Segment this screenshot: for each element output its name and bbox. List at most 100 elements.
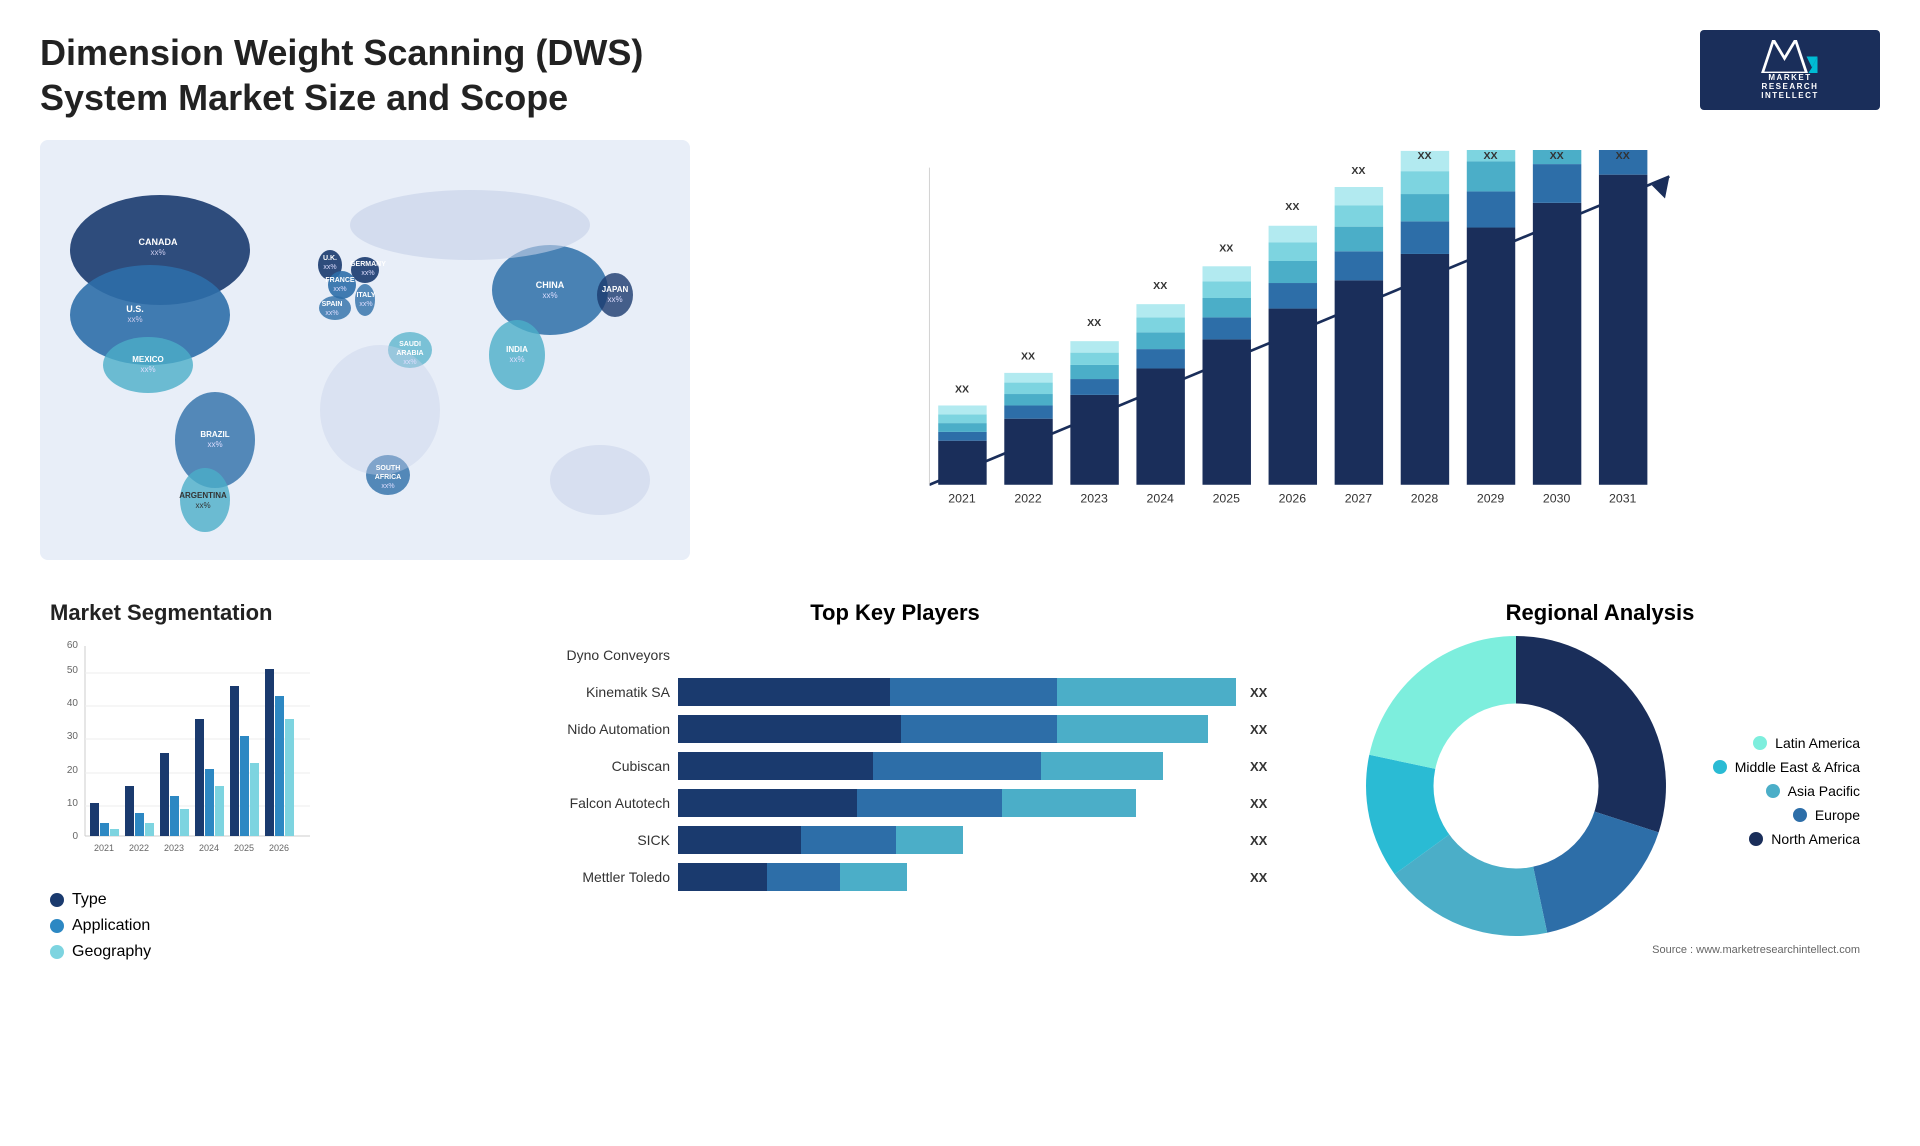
svg-text:xx%: xx%: [361, 270, 374, 277]
player-bar-nido: [678, 715, 1236, 743]
legend-dot-apac: [1766, 784, 1780, 798]
svg-text:XX: XX: [1285, 201, 1299, 213]
legend-dot-latin: [1753, 736, 1767, 750]
bar-seg2-sick: [801, 826, 896, 854]
bar-seg2-falcon: [857, 789, 1002, 817]
svg-text:XX: XX: [1087, 317, 1101, 329]
bar-seg2-nido: [901, 715, 1057, 743]
svg-text:xx%: xx%: [323, 264, 336, 271]
legend-item-geography: Geography: [50, 943, 460, 961]
segmentation-section: Market Segmentation 0 10 20 30 40 50 60: [40, 590, 470, 971]
legend-label-application: Application: [72, 917, 150, 935]
svg-text:XX: XX: [1021, 351, 1035, 363]
svg-text:2025: 2025: [234, 843, 254, 853]
players-section: Top Key Players Dyno Conveyors Kinematik…: [490, 590, 1300, 971]
svg-text:2031: 2031: [1609, 491, 1637, 505]
svg-text:XX: XX: [1417, 150, 1431, 162]
bar-seg1-falcon: [678, 789, 857, 817]
content-grid: CANADA xx% U.S. xx% MEXICO xx% BRAZIL xx…: [40, 140, 1880, 971]
bar-seg1-kinematik: [678, 678, 890, 706]
player-bar-falcon: [678, 789, 1236, 817]
player-row-sick: SICK XX: [510, 826, 1280, 854]
legend-item-application: Application: [50, 917, 460, 935]
svg-text:XX: XX: [1351, 165, 1365, 177]
svg-text:ARGENTINA: ARGENTINA: [179, 491, 227, 500]
legend-label-geography: Geography: [72, 943, 151, 961]
player-name-kinematik: Kinematik SA: [510, 684, 670, 700]
svg-text:SAUDI: SAUDI: [399, 341, 421, 348]
svg-text:2030: 2030: [1543, 491, 1571, 505]
legend-dot-geography: [50, 945, 64, 959]
legend-item-latin: Latin America: [1753, 735, 1860, 751]
svg-text:2029: 2029: [1477, 491, 1505, 505]
bottom-grid: Market Segmentation 0 10 20 30 40 50 60: [40, 590, 1880, 971]
svg-text:xx%: xx%: [542, 291, 557, 300]
logo: MARKET RESEARCH INTELLECT: [1700, 30, 1880, 110]
svg-text:U.K.: U.K.: [323, 255, 337, 262]
svg-text:xx%: xx%: [607, 295, 622, 304]
svg-text:XX: XX: [1616, 150, 1630, 162]
legend-item-type: Type: [50, 891, 460, 909]
svg-text:50: 50: [67, 665, 79, 676]
bar-seg2-mettler: [767, 863, 840, 891]
svg-text:xx%: xx%: [207, 440, 222, 449]
legend-dot-northam: [1749, 832, 1763, 846]
bar-seg1-nido: [678, 715, 901, 743]
bar-seg2-cubiscan: [873, 752, 1040, 780]
player-val-mettler: XX: [1250, 870, 1280, 885]
player-bar-kinematik: [678, 678, 1236, 706]
source-text: Source : www.marketresearchintellect.com: [1340, 944, 1860, 956]
svg-text:2026: 2026: [1279, 491, 1307, 505]
bar-seg1-mettler: [678, 863, 767, 891]
legend-item-europe: Europe: [1793, 807, 1860, 823]
bar-seg3-nido: [1057, 715, 1208, 743]
svg-text:AFRICA: AFRICA: [375, 474, 401, 481]
svg-text:2021: 2021: [948, 491, 976, 505]
svg-text:ITALY: ITALY: [356, 292, 375, 299]
legend-label-latin: Latin America: [1775, 735, 1860, 751]
svg-text:2023: 2023: [1080, 491, 1108, 505]
player-row-dyno: Dyno Conveyors: [510, 641, 1280, 669]
legend-label-europe: Europe: [1815, 807, 1860, 823]
player-bar-sick: [678, 826, 1236, 854]
svg-text:2027: 2027: [1345, 491, 1373, 505]
player-bar-cubiscan: [678, 752, 1236, 780]
svg-text:40: 40: [67, 698, 79, 709]
svg-text:xx%: xx%: [509, 355, 524, 364]
page-title: Dimension Weight Scanning (DWS) System M…: [40, 30, 740, 120]
legend-label-apac: Asia Pacific: [1788, 783, 1860, 799]
svg-text:XX: XX: [955, 383, 969, 395]
legend-item-apac: Asia Pacific: [1766, 783, 1860, 799]
bar-seg3-falcon: [1002, 789, 1136, 817]
legend-label-mea: Middle East & Africa: [1735, 759, 1860, 775]
svg-text:XX: XX: [1219, 242, 1233, 254]
svg-text:2021: 2021: [94, 843, 114, 853]
donut-chart: [1366, 636, 1666, 936]
bar-seg1-cubiscan: [678, 752, 873, 780]
bar-seg3-sick: [896, 826, 963, 854]
svg-text:xx%: xx%: [127, 315, 142, 324]
logo-text-1: MARKET: [1761, 73, 1819, 82]
legend-item-mea: Middle East & Africa: [1713, 759, 1860, 775]
svg-text:CANADA: CANADA: [139, 237, 178, 247]
logo-text-2: RESEARCH: [1761, 82, 1819, 91]
bar-seg2-kinematik: [890, 678, 1057, 706]
logo-text-3: INTELLECT: [1761, 91, 1819, 100]
page: Dimension Weight Scanning (DWS) System M…: [0, 0, 1920, 1146]
svg-text:SOUTH: SOUTH: [376, 465, 401, 472]
svg-text:xx%: xx%: [150, 248, 165, 257]
svg-text:XX: XX: [1484, 150, 1498, 162]
svg-text:GERMANY: GERMANY: [350, 261, 386, 268]
bar-seg3-mettler: [840, 863, 907, 891]
player-name-cubiscan: Cubiscan: [510, 758, 670, 774]
svg-text:0: 0: [72, 831, 78, 842]
svg-text:xx%: xx%: [403, 359, 416, 366]
legend-dot-type: [50, 893, 64, 907]
bar-seg3-cubiscan: [1041, 752, 1164, 780]
svg-text:XX: XX: [1550, 150, 1564, 162]
regional-layout: Latin America Middle East & Africa Asia …: [1340, 636, 1860, 936]
regional-title: Regional Analysis: [1340, 600, 1860, 626]
bar-seg3-kinematik: [1057, 678, 1236, 706]
svg-text:XX: XX: [1153, 280, 1167, 292]
players-title: Top Key Players: [510, 600, 1280, 626]
